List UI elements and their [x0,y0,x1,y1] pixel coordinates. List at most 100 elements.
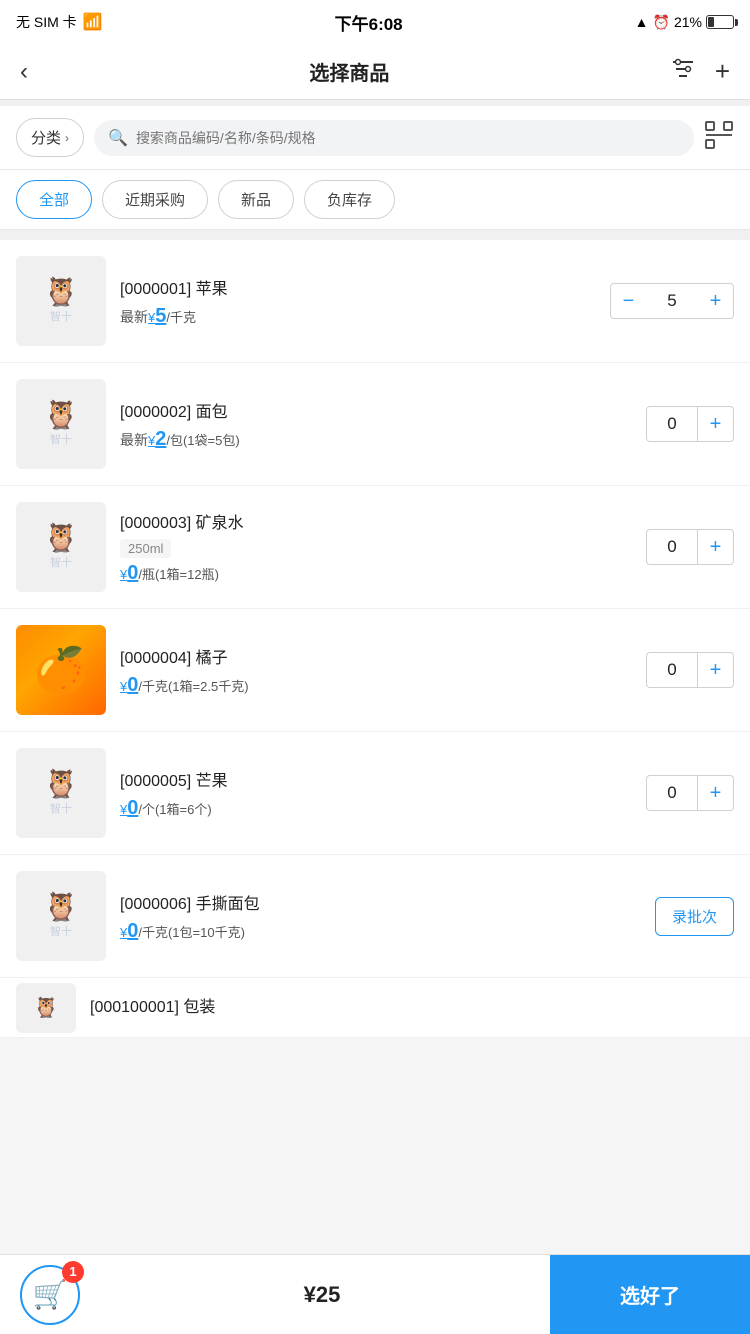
nav-bar: ‹ 选择商品 + [0,44,750,100]
back-button[interactable]: ‹ [20,58,28,86]
status-left: 无 SIM 卡 📶 [16,12,103,32]
quantity-control: + [646,775,734,811]
product-info: [0000002] 面包 最新 ¥ 2 /包(1袋=5包) [120,398,632,451]
owl-logo-icon: 🦉 [44,401,79,429]
increase-button[interactable]: + [698,406,734,442]
tab-new[interactable]: 新品 [218,180,294,219]
owl-text: 智十 [50,308,72,324]
product-thumbnail: 🦉 [16,983,76,1033]
product-name: [0000001] 苹果 [120,275,596,299]
status-time: 下午6:08 [335,10,403,35]
cart-wrapper: 🛒 1 [20,1265,80,1325]
quantity-input[interactable] [646,529,698,565]
product-info: [0000005] 芒果 ¥ 0 /个(1箱=6个) [120,767,632,820]
alarm-icon: ⏰ [653,14,670,31]
product-info: [0000006] 手撕面包 ¥ 0 /千克(1包=10千克) [120,890,641,943]
quantity-input[interactable] [646,283,698,319]
batch-button-wrapper: 录批次 [655,897,734,936]
product-thumbnail: 🦉 智十 [16,379,106,469]
quantity-control: + [646,406,734,442]
product-info: [0000004] 橘子 ¥ 0 /千克(1箱=2.5千克) [120,644,632,697]
increase-button[interactable]: + [698,529,734,565]
status-right: ▲ ⏰ 21% [635,14,734,31]
product-thumbnail: 🦉 智十 [16,256,106,346]
product-info: [000100001] 包装 [90,993,734,1023]
cart-icon: 🛒 [33,1278,68,1311]
battery-icon [706,15,734,29]
product-price: ¥ 0 /千克(1箱=2.5千克) [120,674,632,697]
owl-logo-icon: 🦉 [34,998,59,1018]
product-price: ¥ 0 /个(1箱=6个) [120,797,632,820]
chevron-right-icon: › [65,131,69,145]
list-item: 🦉 智十 [0000005] 芒果 ¥ 0 /个(1箱=6个) + [0,732,750,855]
quantity-control: + [646,529,734,565]
product-name: [0000002] 面包 [120,398,632,422]
owl-logo-icon: 🦉 [44,893,79,921]
quantity-input[interactable] [646,406,698,442]
filter-icon[interactable] [671,58,695,86]
list-item: 🦉 智十 [0000003] 矿泉水 250ml ¥ 0 /瓶(1箱=12瓶) … [0,486,750,609]
product-name: [0000004] 橘子 [120,644,632,668]
product-thumbnail: 🦉 智十 [16,502,106,592]
product-price: ¥ 0 /千克(1包=10千克) [120,920,641,943]
product-name: [0000006] 手撕面包 [120,890,641,914]
product-info: [0000001] 苹果 最新 ¥ 5 /千克 [120,275,596,328]
list-item: 🦉 智十 [0000006] 手撕面包 ¥ 0 /千克(1包=10千克) 录批次 [0,855,750,978]
owl-logo-icon: 🦉 [44,770,79,798]
tab-recent[interactable]: 近期采购 [102,180,208,219]
category-label: 分类 [31,127,61,148]
section-divider [0,230,750,240]
filter-bar: 分类 › 🔍 [0,106,750,170]
carrier-text: 无 SIM 卡 [16,12,77,32]
product-spec: 250ml [120,539,171,558]
confirm-button[interactable]: 选好了 [550,1255,750,1334]
cart-badge: 1 [62,1261,84,1283]
product-thumbnail: 🦉 智十 [16,871,106,961]
product-info: [0000003] 矿泉水 250ml ¥ 0 /瓶(1箱=12瓶) [120,509,632,585]
search-box: 🔍 [94,120,694,156]
batch-button[interactable]: 录批次 [655,897,734,936]
category-button[interactable]: 分类 › [16,118,84,157]
list-item: 🦉 智十 [0000002] 面包 最新 ¥ 2 /包(1袋=5包) + [0,363,750,486]
owl-logo-icon: 🦉 [44,278,79,306]
status-bar: 无 SIM 卡 📶 下午6:08 ▲ ⏰ 21% [0,0,750,44]
list-item: 🍊 [0000004] 橘子 ¥ 0 /千克(1箱=2.5千克) + [0,609,750,732]
page-title: 选择商品 [309,57,389,86]
owl-text: 智十 [50,554,72,570]
owl-text: 智十 [50,923,72,939]
location-icon: ▲ [635,14,649,30]
quantity-control: + [646,652,734,688]
increase-button[interactable]: + [698,283,734,319]
quantity-input[interactable] [646,775,698,811]
product-price: 最新 ¥ 2 /包(1袋=5包) [120,428,632,451]
owl-text: 智十 [50,800,72,816]
search-input[interactable] [136,130,680,146]
wifi-icon: 📶 [83,12,103,32]
product-list: 🦉 智十 [0000001] 苹果 最新 ¥ 5 /千克 − + 🦉 智十 [0,240,750,1038]
search-icon: 🔍 [108,128,128,148]
decrease-button[interactable]: − [610,283,646,319]
bottom-bar: 🛒 1 ¥25 选好了 [0,1254,750,1334]
product-name: [0000003] 矿泉水 [120,509,632,533]
owl-text: 智十 [50,431,72,447]
product-price: ¥ 0 /瓶(1箱=12瓶) [120,562,632,585]
owl-logo-icon: 🦉 [44,524,79,552]
product-thumbnail: 🍊 [16,625,106,715]
scan-icon[interactable] [704,120,734,156]
increase-button[interactable]: + [698,652,734,688]
nav-actions: + [671,56,730,87]
product-name: [0000005] 芒果 [120,767,632,791]
cart-total: ¥25 [304,1282,341,1308]
add-icon[interactable]: + [715,56,730,87]
product-thumbnail: 🦉 智十 [16,748,106,838]
battery-percent: 21% [674,14,702,30]
tab-bar: 全部 近期采购 新品 负库存 [0,170,750,230]
tab-negative[interactable]: 负库存 [304,180,395,219]
increase-button[interactable]: + [698,775,734,811]
tab-all[interactable]: 全部 [16,180,92,219]
quantity-input[interactable] [646,652,698,688]
list-item: 🦉 [000100001] 包装 [0,978,750,1038]
quantity-control: − + [610,283,734,319]
product-name: [000100001] 包装 [90,993,734,1017]
product-price: 最新 ¥ 5 /千克 [120,305,596,328]
